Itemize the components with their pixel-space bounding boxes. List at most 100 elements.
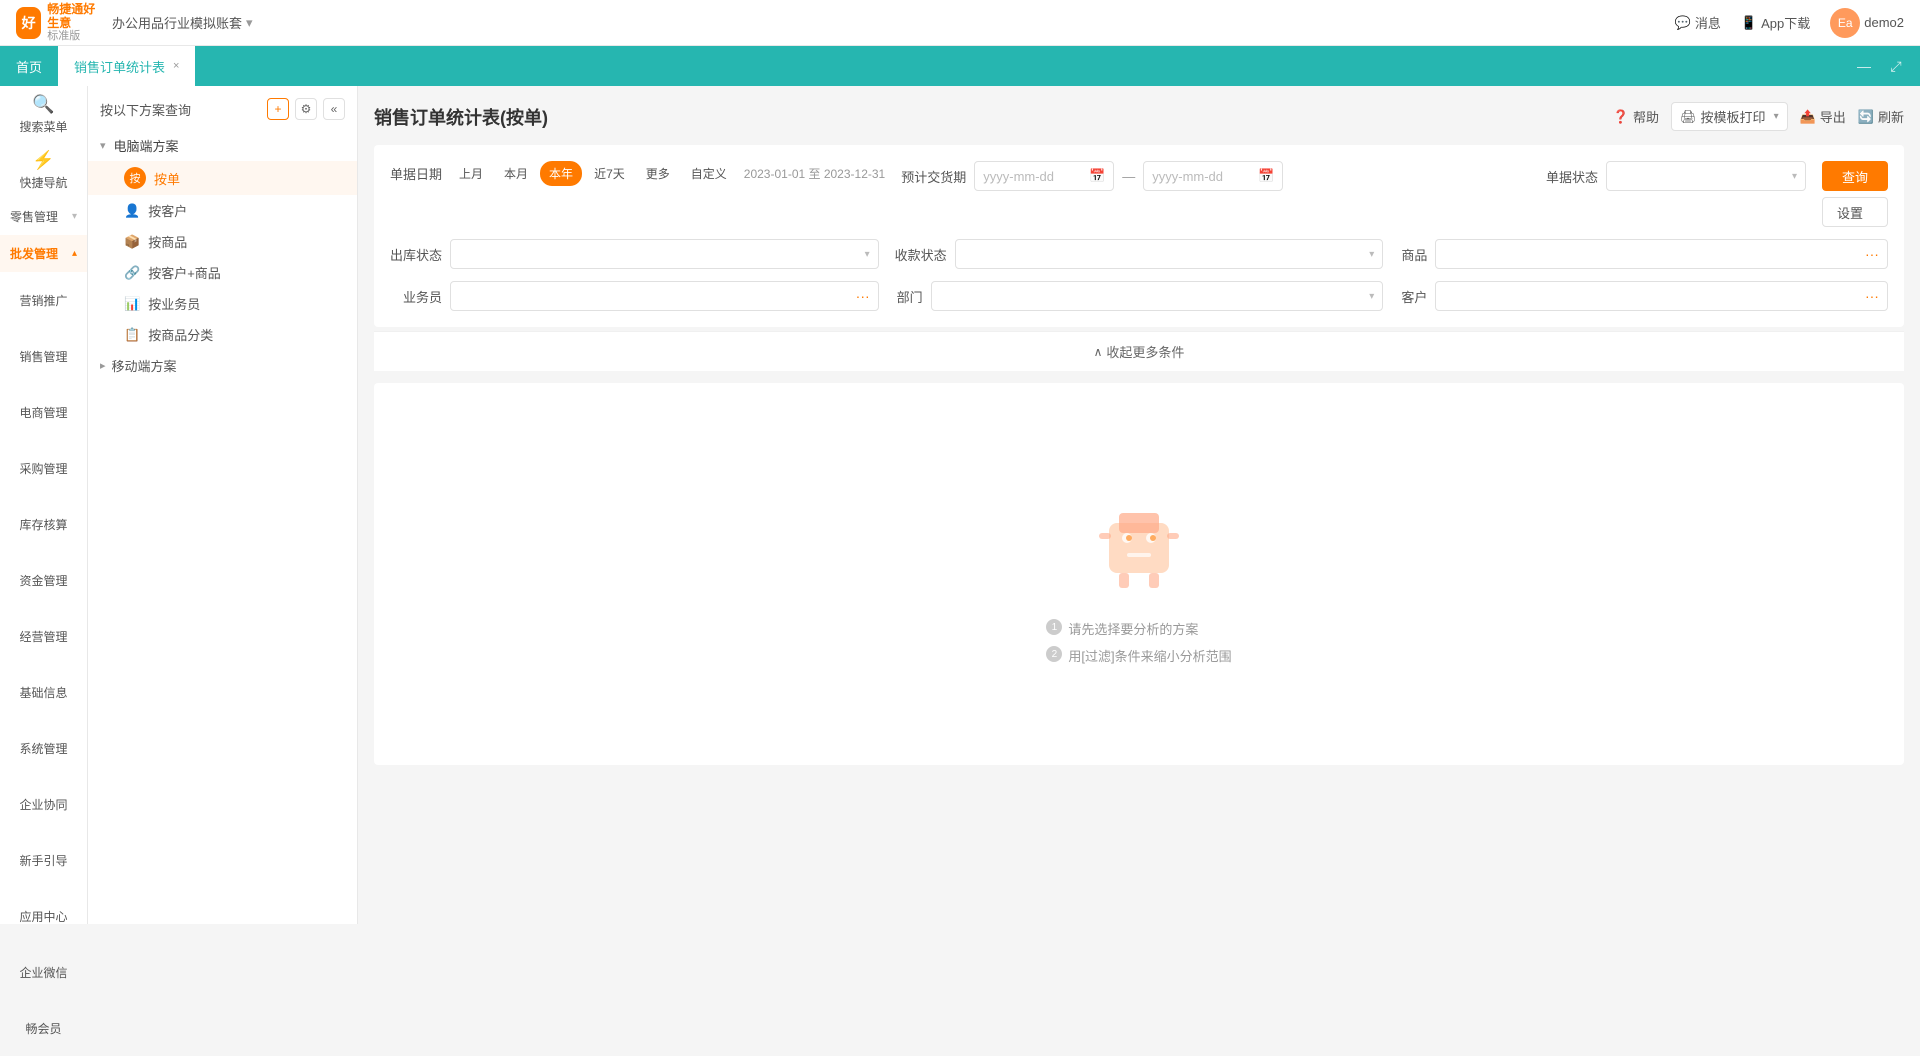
goods-input[interactable]: ··· bbox=[1435, 239, 1888, 269]
tree-item-by-order[interactable]: 按 按单 bbox=[88, 161, 357, 195]
expand-icon: ▾ bbox=[100, 139, 106, 152]
cur-year-btn[interactable]: 本年 bbox=[540, 161, 582, 186]
help-btn[interactable]: ❓ 帮助 bbox=[1613, 107, 1659, 126]
nav-sales[interactable]: 销售管理 bbox=[0, 328, 87, 384]
nav-app-center[interactable]: 应用中心 bbox=[0, 888, 87, 944]
breadcrumb-arrow-icon[interactable]: ▾ bbox=[246, 15, 253, 31]
nav-operations[interactable]: 经营管理 bbox=[0, 608, 87, 664]
user-avatar[interactable]: Ea demo2 bbox=[1830, 8, 1904, 38]
nav-ecommerce[interactable]: 电商管理 bbox=[0, 384, 87, 440]
nav-weixin[interactable]: 企业微信 bbox=[0, 944, 87, 1000]
nav-app-center-label: 应用中心 bbox=[19, 908, 67, 925]
more-date-btn[interactable]: 更多 bbox=[637, 161, 679, 186]
nav-inventory-label: 库存核算 bbox=[19, 516, 67, 533]
help-icon: ❓ bbox=[1613, 109, 1629, 125]
tree-item-by-customer[interactable]: 👤 按客户 bbox=[88, 195, 357, 226]
refresh-btn[interactable]: 🔄 刷新 bbox=[1858, 107, 1904, 126]
cust-goods-icon: 🔗 bbox=[124, 265, 140, 281]
customer-input[interactable]: ··· bbox=[1435, 281, 1888, 311]
tree-item-by-salesman[interactable]: 📊 按业务员 bbox=[88, 288, 357, 319]
expected-date-start[interactable]: yyyy-mm-dd 📅 bbox=[974, 161, 1114, 191]
tab-sales-order[interactable]: 销售订单统计表 × bbox=[58, 46, 195, 86]
days7-btn[interactable]: 近7天 bbox=[585, 161, 634, 186]
scheme-by-salesman-label: 按业务员 bbox=[148, 294, 200, 313]
wholesale-arrow-icon: ▴ bbox=[72, 248, 77, 259]
tab-maximize-btn[interactable]: ⤢ bbox=[1884, 54, 1908, 78]
salesman-ellipsis-icon[interactable]: ··· bbox=[856, 288, 870, 304]
salesman-filter-label: 业务员 bbox=[390, 287, 442, 306]
nav-collab[interactable]: 企业协同 bbox=[0, 776, 87, 832]
add-scheme-btn[interactable]: + bbox=[267, 98, 289, 120]
scheme-by-goods-label: 按商品 bbox=[148, 232, 187, 251]
goods-cell: 商品 ··· bbox=[1399, 239, 1888, 269]
nav-system-label: 系统管理 bbox=[19, 740, 67, 757]
nav-search[interactable]: 🔍 搜索菜单 bbox=[0, 86, 87, 142]
nav-retail[interactable]: 零售管理 ▾ bbox=[0, 198, 87, 235]
collapse-label: 收起更多条件 bbox=[1106, 342, 1184, 361]
nav-member[interactable]: 畅会员 bbox=[0, 1000, 87, 1056]
nav-operations-label: 经营管理 bbox=[19, 628, 67, 645]
collapse-icon: « bbox=[331, 102, 338, 116]
filter-row-2: 出库状态 ▾ 收款状态 ▾ 商品 bbox=[390, 239, 1888, 269]
message-btn[interactable]: 💬 消息 bbox=[1675, 13, 1721, 32]
nav-collab-label: 企业协同 bbox=[19, 796, 67, 813]
scheme-by-goods-cat-label: 按商品分类 bbox=[148, 325, 213, 344]
empty-tips: 1 请先选择要分析的方案 2 用[过滤]条件来缩小分析范围 bbox=[1046, 619, 1231, 665]
expected-date-label: 预计交货期 bbox=[901, 167, 966, 186]
nav-purchase[interactable]: 采购管理 bbox=[0, 440, 87, 496]
out-status-select[interactable]: ▾ bbox=[450, 239, 879, 269]
tip-text-1: 请先选择要分析的方案 bbox=[1068, 619, 1198, 638]
dept-arrow: ▾ bbox=[1369, 291, 1374, 302]
app-download-btn[interactable]: 📱 App下载 bbox=[1741, 13, 1810, 32]
tree-mobile-section[interactable]: ▸ 移动端方案 bbox=[88, 350, 357, 381]
custom-date-btn[interactable]: 自定义 bbox=[682, 161, 736, 186]
customer-ellipsis-icon[interactable]: ··· bbox=[1865, 288, 1879, 304]
nav-newbie[interactable]: 新手引导 bbox=[0, 832, 87, 888]
empty-state-container: 1 请先选择要分析的方案 2 用[过滤]条件来缩小分析范围 bbox=[374, 383, 1904, 765]
dept-select[interactable]: ▾ bbox=[931, 281, 1384, 311]
nav-basic[interactable]: 基础信息 bbox=[0, 664, 87, 720]
scheme-by-order-label: 按单 bbox=[154, 169, 180, 188]
collapse-bar[interactable]: ∧ 收起更多条件 bbox=[374, 331, 1904, 371]
salesman-input[interactable]: ··· bbox=[450, 281, 879, 311]
prev-month-btn[interactable]: 上月 bbox=[450, 161, 492, 186]
nav-marketing[interactable]: 营销推广 bbox=[0, 272, 87, 328]
tree-item-by-goods[interactable]: 📦 按商品 bbox=[88, 226, 357, 257]
tree-item-by-goods-cat[interactable]: 📋 按商品分类 bbox=[88, 319, 357, 350]
nav-finance[interactable]: 资金管理 bbox=[0, 552, 87, 608]
tab-close-icon[interactable]: × bbox=[173, 60, 179, 72]
tab-controls: — ⤢ bbox=[1852, 54, 1920, 78]
pc-section-label: 电脑端方案 bbox=[114, 136, 179, 155]
left-panel-icons: + ⚙ « bbox=[267, 98, 345, 120]
goods-ellipsis-icon[interactable]: ··· bbox=[1865, 246, 1879, 262]
collapse-panel-btn[interactable]: « bbox=[323, 98, 345, 120]
nav-wholesale[interactable]: 批发管理 ▴ bbox=[0, 235, 87, 272]
print-btn[interactable]: 🖨 按模板打印 ▾ bbox=[1671, 102, 1788, 131]
date-quick-btns: 上月 本月 本年 近7天 更多 自定义 bbox=[450, 161, 736, 186]
settings-btn[interactable]: 设置 bbox=[1822, 197, 1888, 227]
nav-system[interactable]: 系统管理 bbox=[0, 720, 87, 776]
expected-date-end[interactable]: yyyy-mm-dd 📅 bbox=[1143, 161, 1283, 191]
query-btn-group: 查询 设置 bbox=[1822, 161, 1888, 227]
dept-cell: 部门 ▾ bbox=[895, 281, 1384, 311]
nav-inventory[interactable]: 库存核算 bbox=[0, 496, 87, 552]
settings-scheme-btn[interactable]: ⚙ bbox=[295, 98, 317, 120]
export-btn[interactable]: 📤 导出 bbox=[1800, 107, 1846, 126]
calendar2-icon: 📅 bbox=[1258, 168, 1274, 184]
nav-ecommerce-label: 电商管理 bbox=[19, 404, 67, 421]
tab-minimize-btn[interactable]: — bbox=[1852, 54, 1876, 78]
empty-state: 1 请先选择要分析的方案 2 用[过滤]条件来缩小分析范围 bbox=[374, 423, 1904, 725]
nav-quick[interactable]: ⚡ 快捷导航 bbox=[0, 142, 87, 198]
mobile-section-label: 移动端方案 bbox=[112, 356, 177, 375]
doc-status-select[interactable]: ▾ bbox=[1606, 161, 1806, 191]
nav-wholesale-label: 批发管理 bbox=[10, 245, 58, 262]
tab-home[interactable]: 首页 bbox=[0, 46, 58, 86]
query-btn[interactable]: 查询 bbox=[1822, 161, 1888, 191]
cur-month-btn[interactable]: 本月 bbox=[495, 161, 537, 186]
refresh-label: 刷新 bbox=[1878, 107, 1904, 126]
tab-bar: 首页 销售订单统计表 × — ⤢ bbox=[0, 46, 1920, 86]
tree-item-by-customer-goods[interactable]: 🔗 按客户+商品 bbox=[88, 257, 357, 288]
receive-status-cell: 收款状态 ▾ bbox=[895, 239, 1384, 269]
receive-status-select[interactable]: ▾ bbox=[955, 239, 1384, 269]
main-layout: 🔍 搜索菜单 ⚡ 快捷导航 零售管理 ▾ 批发管理 ▴ 营销推广 销售管理 电商… bbox=[0, 86, 1920, 924]
